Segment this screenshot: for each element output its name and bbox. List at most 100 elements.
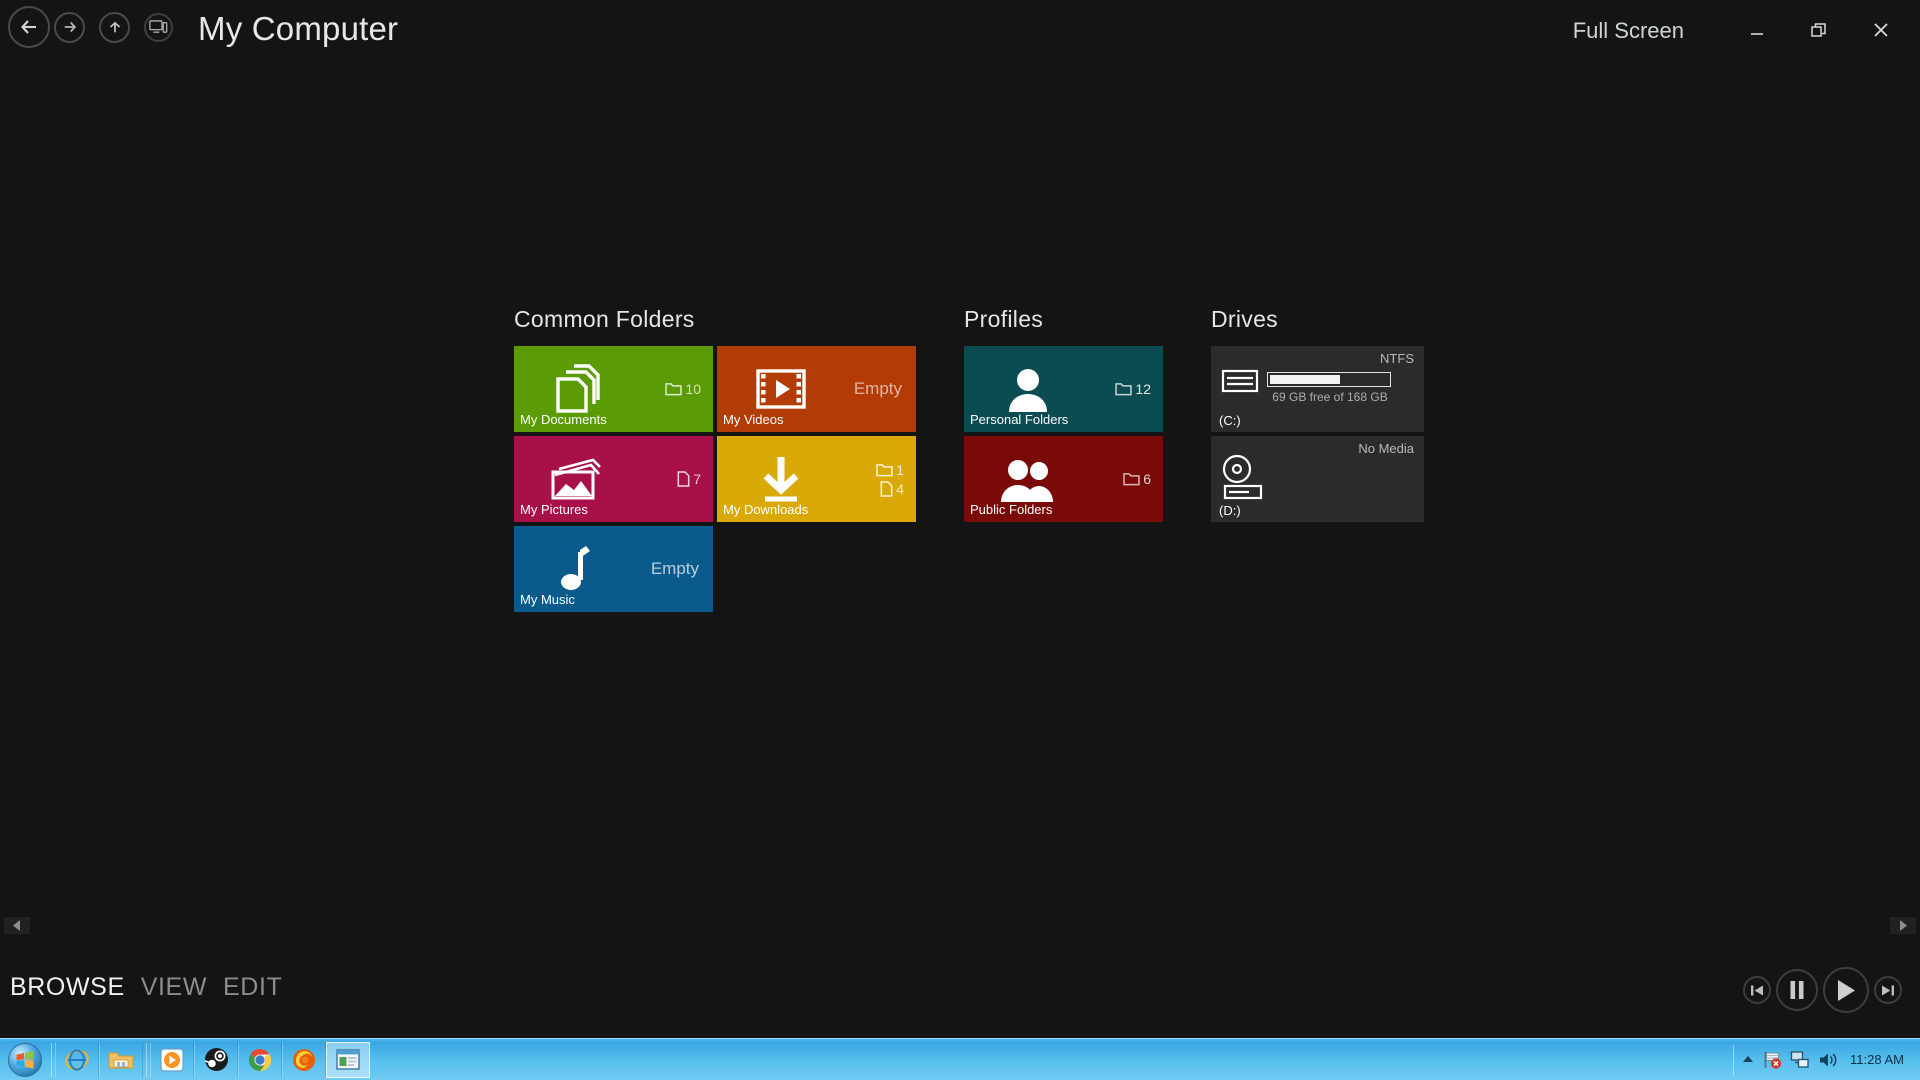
volume-icon[interactable] (1818, 1051, 1838, 1069)
folder-count-row: 6 (1123, 471, 1151, 487)
drive-usage-bar (1267, 372, 1391, 387)
drive-capacity-label: 69 GB free of 168 GB (1272, 390, 1388, 404)
group-title: Profiles (964, 306, 1044, 332)
pause-button[interactable] (1776, 969, 1818, 1011)
drive-tile-c[interactable]: NTFS 69 GB free of 168 GB (C:) (1211, 346, 1424, 432)
group-title: Drives (1211, 306, 1278, 332)
drive-usage: 69 GB free of 168 GB (1267, 368, 1393, 404)
drive-body: 69 GB free of 168 GB (1221, 368, 1393, 404)
bottom-bar: BROWSE VIEW EDIT (0, 959, 1920, 1027)
folder-count-value: 10 (685, 381, 701, 397)
taskbar-divider (146, 1042, 147, 1077)
tab-edit[interactable]: EDIT (223, 973, 282, 1002)
steam-icon[interactable] (194, 1041, 238, 1078)
file-count-value: 4 (896, 480, 904, 497)
folder-count-row: 12 (1115, 381, 1151, 397)
tile-grid-profiles: 12 Personal Folders 6 Public Folders (964, 346, 1163, 522)
file-count-row: 7 (677, 471, 701, 487)
tile-label: Personal Folders (970, 412, 1069, 427)
file-count-row: 4 (880, 481, 904, 497)
drive-letter: (D:) (1219, 503, 1241, 518)
drive-filesystem-label: NTFS (1380, 351, 1414, 366)
tile-counts: 6 (1123, 436, 1151, 522)
system-tray: 11:28 AM (1733, 1039, 1920, 1080)
network-icon[interactable] (1790, 1050, 1810, 1069)
forward-arrow-icon[interactable] (54, 11, 85, 43)
folder-count-value: 12 (1135, 381, 1151, 397)
window-controls (1726, 8, 1912, 52)
file-browser-window-icon[interactable] (326, 1041, 370, 1078)
tile-label: My Pictures (520, 502, 588, 517)
windows-explorer-icon[interactable] (99, 1041, 143, 1078)
next-button[interactable] (1874, 976, 1902, 1004)
tile-my-music[interactable]: Empty My Music (514, 526, 713, 612)
drive-body (1221, 452, 1265, 502)
tile-label: My Music (520, 592, 575, 607)
chrome-icon[interactable] (238, 1041, 282, 1078)
file-count-value: 7 (693, 471, 701, 487)
tile-counts: 7 (677, 436, 701, 522)
tile-counts: 10 (665, 346, 701, 432)
play-button[interactable] (1823, 967, 1869, 1013)
group-profiles: Profiles 12 Personal Folders 6 Public Fo… (964, 306, 1163, 522)
folder-count-row: 1 (876, 462, 904, 478)
tile-my-downloads[interactable]: 1 4 My Downloads (717, 436, 916, 522)
group-title: Common Folders (514, 306, 695, 332)
tile-counts: 1 4 (876, 436, 904, 522)
page-title: My Computer (198, 10, 399, 47)
tile-label: My Videos (723, 412, 784, 427)
tile-public-folders[interactable]: 6 Public Folders (964, 436, 1163, 522)
fullscreen-button[interactable]: Full Screen (1573, 18, 1684, 44)
optical-drive-icon (1221, 452, 1265, 502)
start-button[interactable] (2, 1041, 48, 1079)
tile-my-documents[interactable]: 10 My Documents (514, 346, 713, 432)
taskbar: 11:28 AM (0, 1038, 1920, 1080)
internet-explorer-icon[interactable] (55, 1041, 99, 1078)
computer-icon[interactable] (144, 12, 173, 42)
restore-button[interactable] (1788, 8, 1850, 52)
taskbar-clock[interactable]: 11:28 AM (1846, 1052, 1910, 1067)
windows-start-orb-icon (8, 1042, 42, 1077)
tile-empty-label: Empty (650, 559, 699, 578)
tile-my-pictures[interactable]: 7 My Pictures (514, 436, 713, 522)
show-hidden-icons-chevron-icon[interactable] (1742, 1055, 1754, 1064)
tab-browse[interactable]: BROWSE (10, 973, 125, 1002)
drive-tile-d[interactable]: No Media (D:) (1211, 436, 1424, 522)
media-controls (1743, 967, 1902, 1013)
media-player-icon[interactable] (150, 1041, 194, 1078)
desktop-root: My Computer Full Screen Common Folders 1… (0, 0, 1920, 1080)
tile-groups: Common Folders 10 My Documents Empty My … (514, 306, 1424, 612)
folder-count-value: 6 (1143, 471, 1151, 487)
action-center-flag-icon[interactable] (1762, 1050, 1782, 1070)
up-arrow-icon[interactable] (99, 11, 130, 43)
tile-label: My Downloads (723, 502, 809, 517)
tray-divider (1733, 1044, 1735, 1075)
close-button[interactable] (1850, 8, 1912, 52)
back-arrow-icon[interactable] (8, 6, 50, 48)
taskbar-divider (51, 1042, 52, 1077)
drive-letter: (C:) (1219, 413, 1241, 428)
navigation-controls (8, 6, 173, 48)
tile-empty-label: Empty (853, 379, 902, 398)
group-common-folders: Common Folders 10 My Documents Empty My … (514, 306, 916, 612)
folder-count-row: 10 (665, 381, 701, 397)
firefox-icon[interactable] (282, 1041, 326, 1078)
scroll-left-button[interactable] (4, 917, 30, 934)
previous-button[interactable] (1743, 976, 1771, 1004)
tab-view[interactable]: VIEW (141, 973, 207, 1002)
scroll-right-button[interactable] (1890, 917, 1916, 934)
taskbar-pinned (55, 1041, 143, 1078)
tile-personal-folders[interactable]: 12 Personal Folders (964, 346, 1163, 432)
group-drives: Drives NTFS 69 GB free of 168 GB (C:) No… (1211, 306, 1424, 526)
tile-counts: 12 (1115, 346, 1151, 432)
folder-count-value: 1 (896, 461, 904, 478)
title-bar: My Computer Full Screen (0, 0, 1920, 68)
taskbar-running (150, 1041, 370, 1078)
tile-label: Public Folders (970, 502, 1053, 517)
hard-disk-icon (1221, 368, 1259, 394)
drive-filesystem-label: No Media (1358, 441, 1414, 456)
drive-usage-fill (1270, 375, 1340, 384)
mode-tabs: BROWSE VIEW EDIT (10, 973, 282, 1002)
tile-my-videos[interactable]: Empty My Videos (717, 346, 916, 432)
minimize-button[interactable] (1726, 8, 1788, 52)
